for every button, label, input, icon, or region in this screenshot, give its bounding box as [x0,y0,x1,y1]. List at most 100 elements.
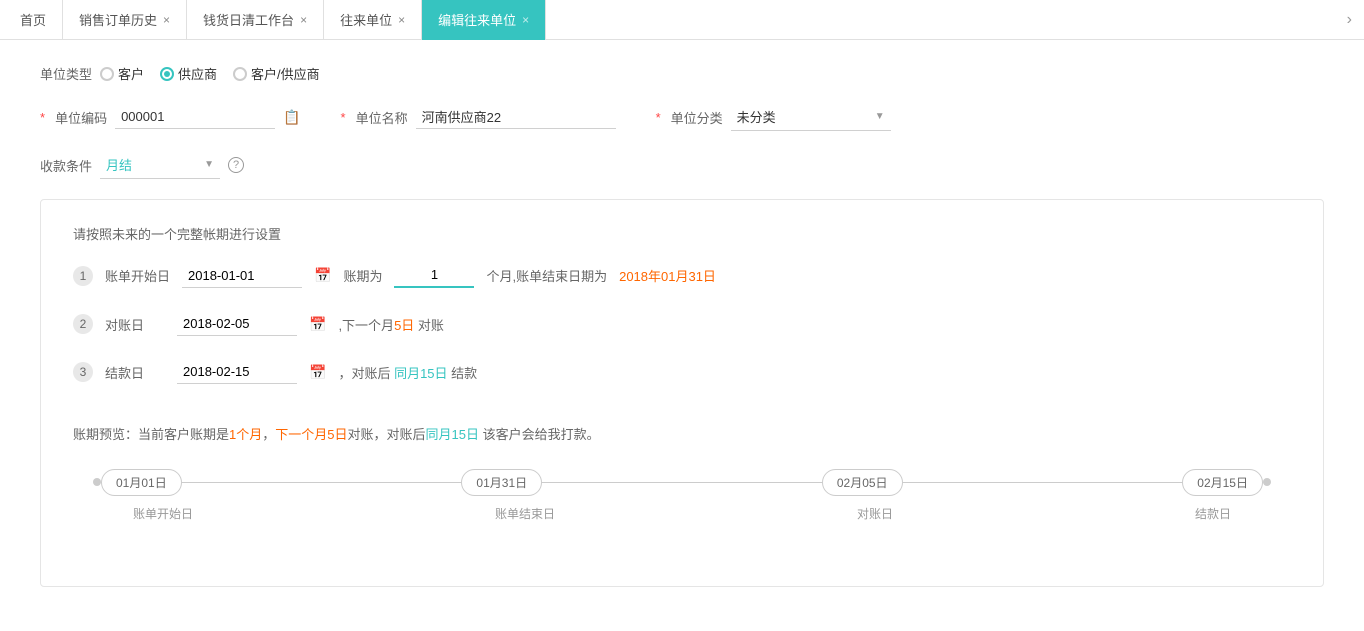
tab-home[interactable]: 首页 [0,0,63,40]
timeline-label-3: 对账日 [857,505,893,522]
payment-terms-arrow: ▼ [204,159,214,170]
unit-type-label: 单位类型 [40,64,92,83]
period-suffix-2: ,下一个月5日 对账 [338,315,443,334]
unit-type-row: 单位类型 客户 供应商 客户/供应商 [40,64,1324,83]
timeline-items: 01月01日 01月31日 02月05日 02月15日 [101,467,1263,497]
unit-code-group: * 单位编码 📋 [40,105,301,129]
tab-sales-history-label: 销售订单历史 [79,10,157,29]
unit-name-group: * 单位名称 [341,105,616,129]
payment-terms-value: 月结 [106,155,200,174]
period-panel-title: 请按照未来的一个完整帐期进行设置 [73,224,1291,243]
preview-text: 账期预览：当前客户账期是1个月，下一个月5日对账，对账后同月15日 该客户会给我… [73,424,1291,443]
calendar-icon-2[interactable]: 📅 [309,316,326,333]
payment-terms-row: 收款条件 月结 ▼ ? [40,151,1324,179]
unit-code-input[interactable] [115,105,275,129]
unit-category-group: * 单位分类 未分类 ▼ [656,103,891,131]
tab-edit-partner[interactable]: 编辑往来单位 × [422,0,546,40]
unit-category-arrow: ▼ [875,111,885,122]
period-label-3: 结款日 [105,363,165,382]
unit-type-group: 单位类型 客户 供应商 客户/供应商 [40,64,320,83]
timeline-node-3-date: 02月05日 [822,469,903,496]
timeline-track: 01月01日 01月31日 02月05日 02月15日 [93,467,1271,497]
period-num-3: 3 [73,362,93,382]
tab-partner-units[interactable]: 往来单位 × [324,0,422,40]
unit-name-input[interactable] [416,105,616,129]
tab-partner-units-label: 往来单位 [340,10,392,29]
timeline-node-2-date: 01月31日 [461,469,542,496]
timeline-start-dot [93,478,101,486]
timeline-label-2: 账单结束日 [495,505,555,522]
preview-part1: 1个月 [229,427,262,442]
tab-cash-ledger[interactable]: 钱货日清工作台 × [187,0,324,40]
tab-cash-ledger-close[interactable]: × [300,13,307,27]
tab-bar: 首页 销售订单历史 × 钱货日清工作台 × 往来单位 × 编辑往来单位 × › [0,0,1364,40]
period-date-3[interactable] [177,360,297,384]
timeline-end-dot [1263,478,1271,486]
preview-sep2: 对账，对账后 [348,427,426,442]
period-date-2[interactable] [177,312,297,336]
tab-edit-partner-close[interactable]: × [522,13,529,27]
unit-category-value: 未分类 [737,107,871,126]
timeline-label-1: 账单开始日 [133,505,193,522]
radio-customer[interactable]: 客户 [100,64,144,83]
radio-supplier-circle [160,67,174,81]
unit-info-row: * 单位编码 📋 * 单位名称 * 单位分类 未分类 ▼ [40,103,1324,131]
unit-name-label: 单位名称 [356,108,408,127]
period-label-1: 账单开始日 [105,266,170,285]
preview-label: 账期预览：当前客户账期是 [73,427,229,442]
period-suffix-before-1: 账期为 [343,266,382,285]
payment-terms-dropdown[interactable]: 月结 ▼ [100,151,220,179]
preview-sep1: ， [262,427,275,442]
radio-both[interactable]: 客户/供应商 [233,64,320,83]
period-row-1: 1 账单开始日 📅 账期为 个月,账单结束日期为 2018年01月31日 [73,263,1291,288]
main-content: 单位类型 客户 供应商 客户/供应商 * 单位编码 [0,40,1364,631]
period-months-input[interactable] [394,263,474,288]
tab-cash-ledger-label: 钱货日清工作台 [203,10,294,29]
unit-category-label: 单位分类 [671,108,723,127]
preview-part3: 同月15日 [426,427,479,442]
help-icon-text: ? [233,159,239,171]
payment-terms-label: 收款条件 [40,156,92,175]
unit-code-label: 单位编码 [55,108,107,127]
tab-sales-history-close[interactable]: × [163,13,170,27]
tab-sales-history[interactable]: 销售订单历史 × [63,0,187,40]
timeline-nodes-row: 01月01日 01月31日 02月05日 02月15日 [101,469,1263,496]
period-num-2: 2 [73,314,93,334]
preview-part2: 下一个月5日 [275,427,347,442]
radio-supplier[interactable]: 供应商 [160,64,217,83]
calendar-icon-3[interactable]: 📅 [309,364,326,381]
timeline-labels-row: 账单开始日 账单结束日 对账日 结款日 [93,505,1271,522]
radio-customer-circle [100,67,114,81]
radio-both-label: 客户/供应商 [251,64,320,83]
period-end-date-1: 2018年01月31日 [619,266,716,285]
tab-edit-partner-label: 编辑往来单位 [438,10,516,29]
period-suffix-after-1: 个月,账单结束日期为 [486,266,607,285]
unit-category-select[interactable]: 未分类 ▼ [731,103,891,131]
timeline-label-4: 结款日 [1195,505,1231,522]
tab-partner-units-close[interactable]: × [398,13,405,27]
radio-both-circle [233,67,247,81]
timeline-node-4: 02月15日 [1182,469,1263,496]
timeline-node-4-date: 02月15日 [1182,469,1263,496]
radio-group-unit-type: 客户 供应商 客户/供应商 [100,64,320,83]
preview-suffix: 该客户会给我打款。 [483,427,600,442]
period-suffix-3: ，对账后 同月15日 结款 [338,363,477,382]
calendar-icon-1[interactable]: 📅 [314,267,331,284]
period-row-2: 2 对账日 📅 ,下一个月5日 对账 [73,312,1291,336]
payment-terms-group: 收款条件 月结 ▼ ? [40,151,244,179]
timeline-node-3: 02月05日 [822,469,903,496]
radio-supplier-label: 供应商 [178,64,217,83]
preview-section: 账期预览：当前客户账期是1个月，下一个月5日对账，对账后同月15日 该客户会给我… [73,408,1291,562]
period-panel: 请按照未来的一个完整帐期进行设置 1 账单开始日 📅 账期为 个月,账单结束日期… [40,199,1324,587]
unit-code-star: * [40,110,45,125]
tab-more-button[interactable]: › [1335,0,1364,40]
timeline-wrapper: 01月01日 01月31日 02月05日 02月15日 [73,467,1291,562]
unit-cat-star: * [656,110,661,125]
timeline-node-1-date: 01月01日 [101,469,182,496]
period-date-1[interactable] [182,264,302,288]
copy-icon[interactable]: 📋 [283,109,300,126]
radio-customer-label: 客户 [118,64,144,83]
unit-name-star: * [341,110,346,125]
help-icon[interactable]: ? [228,157,244,173]
timeline-node-2: 01月31日 [461,469,542,496]
